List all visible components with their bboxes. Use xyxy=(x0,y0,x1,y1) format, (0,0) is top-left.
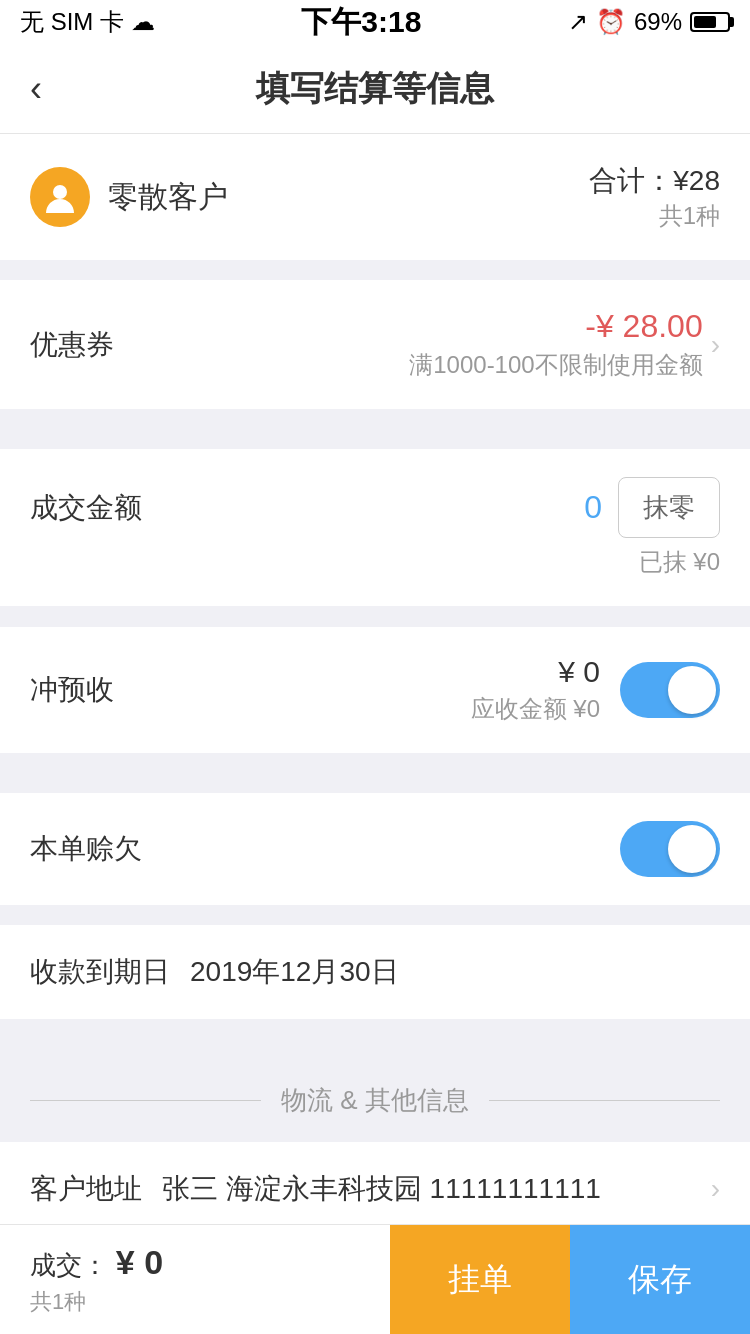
transaction-label: 成交金额 xyxy=(30,489,142,527)
transaction-section: 成交金额 0 抹零 已抹 ¥0 xyxy=(0,449,750,606)
customer-total: 合计：¥28 xyxy=(589,162,720,200)
divider-line-left xyxy=(30,1100,261,1101)
transaction-value: 0 xyxy=(584,489,602,526)
mo-ling-button[interactable]: 抹零 xyxy=(618,477,720,538)
prepay-sub: 应收金额 ¥0 xyxy=(471,693,600,725)
transaction-right: 0 抹零 xyxy=(584,477,720,538)
page-title: 填写结算等信息 xyxy=(256,66,494,112)
bottom-transaction-row: 成交： ¥ 0 xyxy=(30,1243,360,1283)
prepay-top: 冲预收 ¥ 0 应收金额 ¥0 xyxy=(30,655,720,725)
coupon-amount: -¥ 28.00 xyxy=(409,308,702,345)
divider-2 xyxy=(0,773,750,793)
bottom-bar: 成交： ¥ 0 共1种 挂单 保存 xyxy=(0,1224,750,1334)
prepay-main: ¥ 0 xyxy=(471,655,600,689)
customer-count: 共1种 xyxy=(589,200,720,232)
logistics-divider: 物流 & 其他信息 xyxy=(0,1059,750,1142)
prepay-values: ¥ 0 应收金额 ¥0 xyxy=(471,655,600,725)
bottom-count: 共1种 xyxy=(30,1287,360,1317)
battery-fill xyxy=(694,16,716,28)
due-date-label: 收款到期日 xyxy=(30,953,170,991)
coupon-desc: 满1000-100不限制使用金额 xyxy=(409,349,702,381)
credit-row: 本单赊欠 xyxy=(0,793,750,905)
status-right: ↗ ⏰ 69% xyxy=(568,8,730,36)
due-date-value: 2019年12月30日 xyxy=(190,953,399,991)
prepay-label: 冲预收 xyxy=(30,671,114,709)
address-chevron-icon: › xyxy=(711,1173,720,1205)
alarm-icon: ⏰ xyxy=(596,8,626,36)
svg-point-0 xyxy=(53,185,67,199)
transaction-inner: 成交金额 0 抹零 已抹 ¥0 xyxy=(0,449,750,606)
due-date-section: 收款到期日 2019年12月30日 xyxy=(0,925,750,1019)
customer-right: 合计：¥28 共1种 xyxy=(589,162,720,232)
location-icon: ↗ xyxy=(568,8,588,36)
bottom-transaction-label: 成交： xyxy=(30,1250,108,1280)
battery-percent: 69% xyxy=(634,8,682,36)
divider-line-right xyxy=(489,1100,720,1101)
nav-bar: ‹ 填写结算等信息 xyxy=(0,44,750,134)
customer-left: 零散客户 xyxy=(30,167,228,227)
customer-row: 零散客户 合计：¥28 共1种 xyxy=(0,134,750,260)
avatar xyxy=(30,167,90,227)
prepay-inner: 冲预收 ¥ 0 应收金额 ¥0 xyxy=(0,626,750,753)
credit-label: 本单赊欠 xyxy=(30,830,142,868)
address-right: › xyxy=(703,1173,720,1205)
transaction-top: 成交金额 0 抹零 xyxy=(30,477,720,538)
bottom-transaction-value: ¥ 0 xyxy=(116,1243,163,1281)
save-button[interactable]: 保存 xyxy=(570,1225,750,1334)
prepay-right: ¥ 0 应收金额 ¥0 xyxy=(471,655,720,725)
sim-text: 无 SIM 卡 ☁ xyxy=(20,6,155,38)
suspend-button[interactable]: 挂单 xyxy=(390,1225,570,1334)
credit-toggle[interactable] xyxy=(620,821,720,877)
battery-bar xyxy=(690,12,730,32)
coupon-content: -¥ 28.00 满1000-100不限制使用金额 xyxy=(409,308,702,381)
address-row[interactable]: 客户地址 张三 海淀永丰科技园 11111111111 › xyxy=(0,1142,750,1236)
customer-name: 零散客户 xyxy=(108,177,228,218)
coupon-row[interactable]: 优惠券 -¥ 28.00 满1000-100不限制使用金额 › xyxy=(0,280,750,409)
status-left: 无 SIM 卡 ☁ xyxy=(20,6,155,38)
bottom-left: 成交： ¥ 0 共1种 xyxy=(0,1225,390,1334)
coupon-chevron-icon: › xyxy=(711,329,720,361)
prepay-toggle[interactable] xyxy=(620,662,720,718)
toggle-knob xyxy=(668,666,716,714)
divider-1 xyxy=(0,429,750,449)
status-bar: 无 SIM 卡 ☁ 下午3:18 ↗ ⏰ 69% xyxy=(0,0,750,44)
coupon-right: -¥ 28.00 满1000-100不限制使用金额 › xyxy=(409,308,720,381)
address-value: 张三 海淀永丰科技园 11111111111 xyxy=(162,1170,703,1208)
logistics-text: 物流 & 其他信息 xyxy=(281,1083,469,1118)
coupon-label: 优惠券 xyxy=(30,326,114,364)
coupon-section[interactable]: 优惠券 -¥ 28.00 满1000-100不限制使用金额 › xyxy=(0,280,750,409)
credit-toggle-knob xyxy=(668,825,716,873)
customer-section: 零散客户 合计：¥28 共1种 xyxy=(0,134,750,260)
prepay-section: 冲预收 ¥ 0 应收金额 ¥0 xyxy=(0,626,750,753)
back-button[interactable]: ‹ xyxy=(30,68,42,110)
address-section[interactable]: 客户地址 张三 海淀永丰科技园 11111111111 › xyxy=(0,1142,750,1236)
address-label: 客户地址 xyxy=(30,1170,142,1208)
status-time: 下午3:18 xyxy=(301,2,421,43)
transaction-sub: 已抹 ¥0 xyxy=(30,546,720,578)
due-date-row: 收款到期日 2019年12月30日 xyxy=(0,925,750,1019)
divider-3 xyxy=(0,1039,750,1059)
credit-section: 本单赊欠 xyxy=(0,793,750,905)
